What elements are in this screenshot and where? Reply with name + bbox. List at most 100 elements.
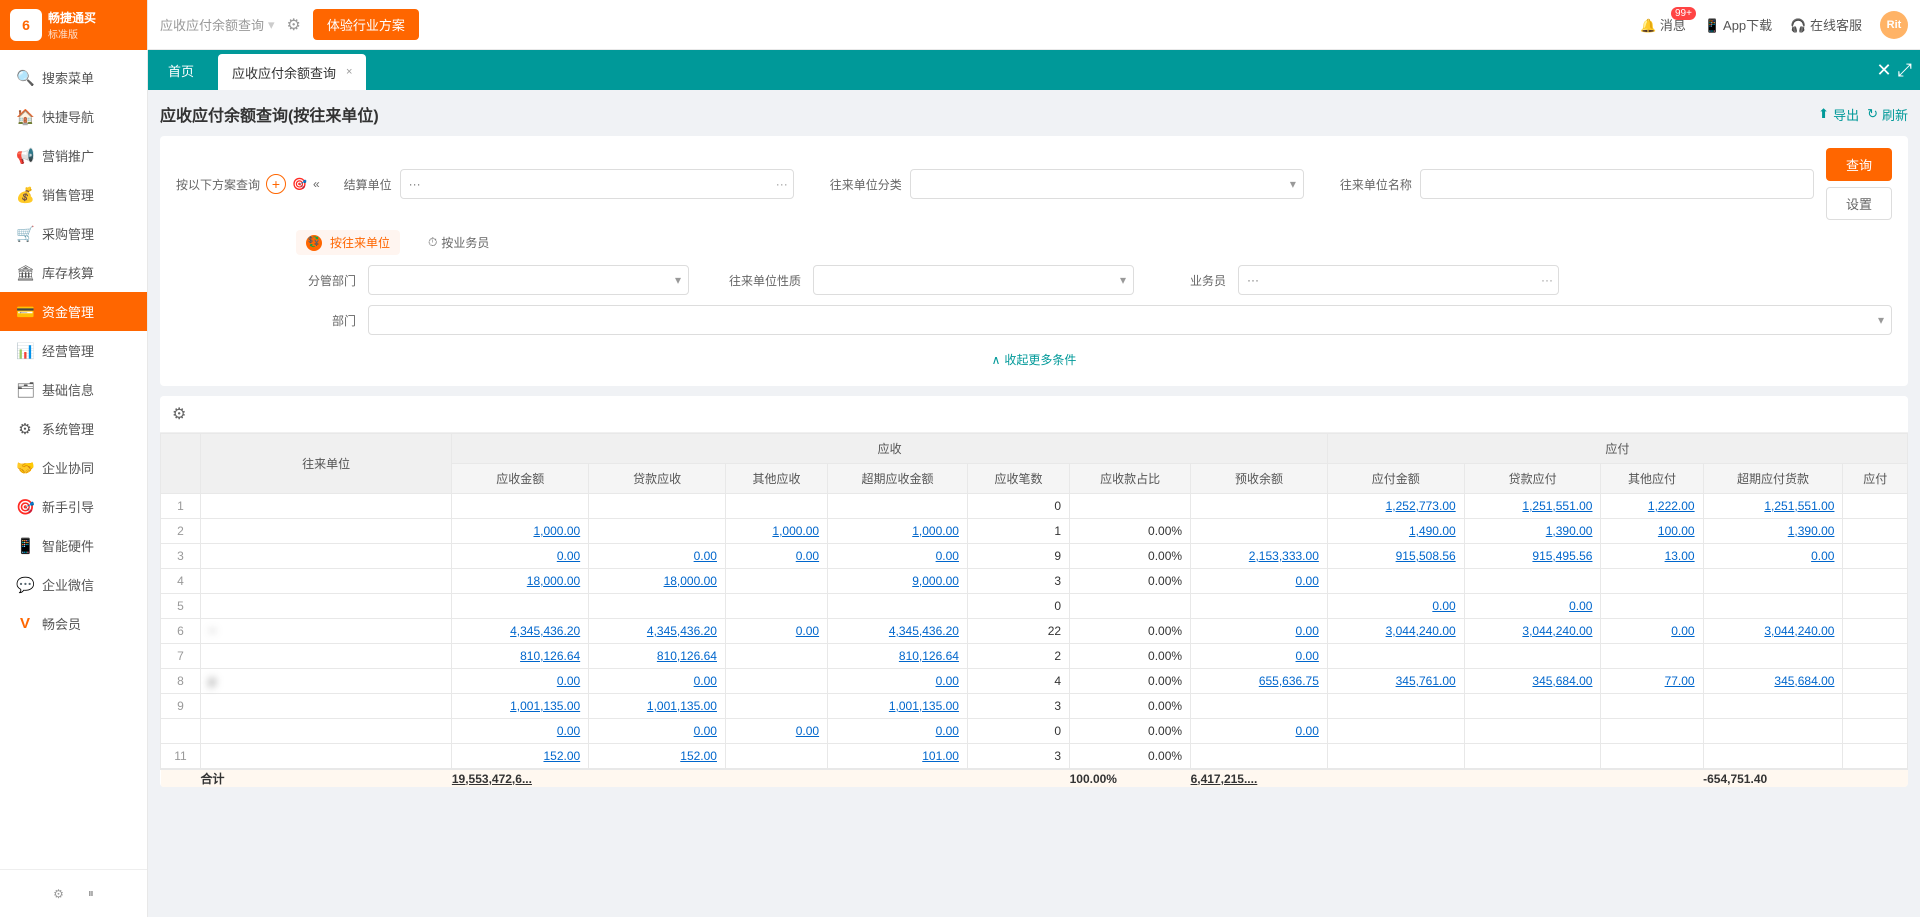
cart-icon: 🛒 xyxy=(16,225,34,243)
main-content: 应收应付余额查询(按往来单位) ⬆ 导出 ↻ 刷新 按以下方案查询 + 🎯 « … xyxy=(148,90,1920,917)
online-service[interactable]: 🎧 在线客服 xyxy=(1790,15,1862,34)
sidebar-item-system[interactable]: ⚙ 系统管理 xyxy=(0,409,147,448)
collapse-btn[interactable]: ∧ 收起更多条件 xyxy=(176,345,1892,374)
col-rownum xyxy=(161,434,201,494)
app-download[interactable]: 📱 App下载 xyxy=(1704,15,1772,34)
data-table: 往来单位 应收 应付 应收金额 贷款应收 其他应收 超期应收金额 应收笔数 应收… xyxy=(160,433,1908,787)
dept-select[interactable] xyxy=(368,305,1892,335)
partner-nature-wrap xyxy=(813,265,1134,295)
table-settings-icon[interactable]: ⚙ xyxy=(172,404,186,424)
message-badge[interactable]: 🔔 消息 99+ xyxy=(1640,15,1686,34)
tab-close-icon[interactable]: × xyxy=(346,66,352,78)
promo-button[interactable]: 体验行业方案 xyxy=(313,9,419,40)
col-loan-rec: 贷款应收 xyxy=(589,464,726,494)
warehouse-icon: 🏛 xyxy=(16,264,34,282)
chart-icon: 📊 xyxy=(16,342,34,360)
footer-prepaid[interactable]: 6,417,215.... xyxy=(1191,769,1328,787)
salesperson-wrap: ··· xyxy=(1238,265,1559,295)
sidebar-item-basicinfo[interactable]: 🗂 基础信息 xyxy=(0,370,147,409)
settlement-dots-icon[interactable]: ··· xyxy=(776,177,788,191)
partner-nature-select[interactable] xyxy=(813,265,1134,295)
salesperson-input[interactable] xyxy=(1238,265,1559,295)
footer-label: 合计 xyxy=(201,769,452,787)
sidebar-item-sales[interactable]: 💰 销售管理 xyxy=(0,175,147,214)
device-icon: 📱 xyxy=(16,537,34,555)
partner-name-wrap xyxy=(1420,169,1814,199)
sidebar-item-vip[interactable]: V 畅会员 xyxy=(0,604,147,643)
query-button[interactable]: 查询 xyxy=(1826,148,1892,181)
supervise-dept-wrap xyxy=(368,265,689,295)
filter-add-button[interactable]: + xyxy=(266,174,286,194)
refresh-button[interactable]: ↻ 刷新 xyxy=(1867,105,1908,124)
sidebar-item-search[interactable]: 🔍 搜索菜单 xyxy=(0,58,147,97)
page-title: 应收应付余额查询(按往来单位) xyxy=(160,102,379,126)
home-icon: 🏠 xyxy=(16,108,34,126)
sidebar-item-wechat[interactable]: 💬 企业微信 xyxy=(0,565,147,604)
filter-row2: 分管部门 往来单位性质 业务员 ··· xyxy=(176,265,1892,295)
breadcrumb: 应收应付余额查询 ▾ xyxy=(160,15,275,34)
salesperson-dots-icon[interactable]: ··· xyxy=(1541,273,1553,287)
query-btn-group: 查询 设置 xyxy=(1826,148,1892,220)
sidebar-item-beginner[interactable]: 🎯 新手引导 xyxy=(0,487,147,526)
tab-controls: ✕ ⤢ xyxy=(1877,50,1920,90)
finance-icon: 💳 xyxy=(16,303,34,321)
chevron-up-icon: ∧ xyxy=(992,353,1001,367)
filter-row-schemes: 按以下方案查询 + 🎯 « 结算单位 ··· 往来单位分类 往来单位名称 xyxy=(176,148,1892,220)
export-button[interactable]: ⬆ 导出 xyxy=(1818,105,1859,124)
table-footer: 合计 19,553,472,6... 100.00% 6,417,215....… xyxy=(161,769,1908,787)
col-loan-pay: 贷款应付 xyxy=(1464,464,1601,494)
logo-text: 畅捷通买 标准版 xyxy=(48,9,96,41)
sidebar-settings-btn[interactable]: ⚙ xyxy=(43,881,74,907)
salesperson-label: 业务员 xyxy=(1166,272,1226,289)
tab-home[interactable]: 首页 xyxy=(148,50,214,90)
filter-left-icon[interactable]: « xyxy=(313,177,320,191)
tab-expand-btn[interactable]: ⤢ xyxy=(1898,60,1912,81)
sidebar-item-purchase[interactable]: 🛒 采购管理 xyxy=(0,214,147,253)
sidebar-item-marketing[interactable]: 📢 营销推广 xyxy=(0,136,147,175)
supervise-dept-label: 分管部门 xyxy=(296,272,356,289)
filter-target-icon[interactable]: 🎯 xyxy=(292,177,307,191)
badge-count: 99+ xyxy=(1671,7,1696,20)
sidebar-item-inventory[interactable]: 🏛 库存核算 xyxy=(0,253,147,292)
col-rec-ratio: 应收款占比 xyxy=(1070,464,1191,494)
tab-active[interactable]: 应收应付余额查询 × xyxy=(218,54,366,90)
table-scroll[interactable]: 往来单位 应收 应付 应收金额 贷款应收 其他应收 超期应收金额 应收笔数 应收… xyxy=(160,433,1908,787)
sidebar-item-finance[interactable]: 💳 资金管理 xyxy=(0,292,147,331)
search-icon: 🔍 xyxy=(16,69,34,87)
dept-wrap xyxy=(368,305,1892,335)
download-icon: 📱 xyxy=(1704,18,1720,33)
dept-label: 部门 xyxy=(296,312,356,329)
settings-button[interactable]: 设置 xyxy=(1826,187,1892,220)
settlement-unit-wrap: ··· xyxy=(400,169,794,199)
scheme-row: 💱 按往来单位 ⏱ 按业务员 xyxy=(176,230,1892,255)
tab-close-window-btn[interactable]: ✕ xyxy=(1877,60,1892,81)
supervise-dept-select[interactable] xyxy=(368,265,689,295)
logo-icon: 6 xyxy=(10,9,42,41)
sidebar-item-quicknav[interactable]: 🏠 快捷导航 xyxy=(0,97,147,136)
user-avatar[interactable]: Rit xyxy=(1880,11,1908,39)
megaphone-icon: 📢 xyxy=(16,147,34,165)
scheme-salesperson-btn[interactable]: ⏱ 按业务员 xyxy=(428,234,489,251)
page-header: 应收应付余额查询(按往来单位) ⬆ 导出 ↻ 刷新 xyxy=(160,102,1908,126)
footer-rec-ratio: 100.00% xyxy=(1070,769,1191,787)
col-payable-group: 应付 xyxy=(1327,434,1907,464)
sidebar-collapse-btn[interactable]: ⏸ xyxy=(78,880,104,907)
header-gear-icon[interactable]: ⚙ xyxy=(287,15,301,35)
wechat-icon: 💬 xyxy=(16,576,34,594)
sidebar-menu: 🔍 搜索菜单 🏠 快捷导航 📢 营销推广 💰 销售管理 🛒 采购管理 🏛 库存核… xyxy=(0,50,147,869)
sidebar-item-enterprise[interactable]: 🤝 企业协同 xyxy=(0,448,147,487)
partner-name-input[interactable] xyxy=(1420,169,1814,199)
partner-category-label: 往来单位分类 xyxy=(822,176,902,193)
sidebar-item-hardware[interactable]: 📱 智能硬件 xyxy=(0,526,147,565)
partner-nature-label: 往来单位性质 xyxy=(721,272,801,289)
col-partner: 往来单位 xyxy=(201,434,452,494)
partner-category-select[interactable] xyxy=(910,169,1304,199)
tab-bar: 首页 应收应付余额查询 × ✕ ⤢ xyxy=(148,50,1920,90)
col-overdue-pay: 超期应付货款 xyxy=(1703,464,1843,494)
settlement-unit-input[interactable] xyxy=(400,169,794,199)
col-overdue-rec: 超期应收金额 xyxy=(828,464,968,494)
scheme-partner-btn[interactable]: 💱 按往来单位 xyxy=(296,230,400,255)
filter-row3: 部门 xyxy=(176,305,1892,335)
footer-rec-amount[interactable]: 19,553,472,6... xyxy=(452,769,589,787)
sidebar-item-operation[interactable]: 📊 经营管理 xyxy=(0,331,147,370)
